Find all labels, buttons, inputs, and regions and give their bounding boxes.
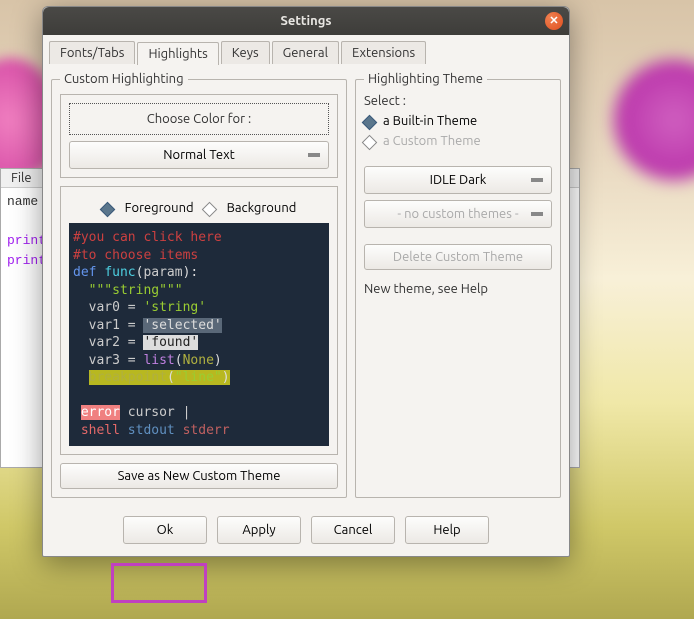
custom-highlighting-legend: Custom Highlighting (60, 72, 188, 86)
preview-text[interactable]: var0 = (89, 300, 144, 315)
save-custom-theme-button[interactable]: Save as New Custom Theme (60, 463, 338, 489)
background-radio[interactable] (201, 201, 217, 217)
color-chooser-box: Choose Color for : Normal Text (60, 94, 338, 178)
tab-extensions[interactable]: Extensions (341, 41, 426, 64)
preview-comment[interactable]: #to choose items (73, 248, 198, 263)
highlighting-theme-group: Highlighting Theme Select : a Built-in T… (355, 72, 561, 498)
code-preview[interactable]: #you can click here #to choose items def… (69, 223, 329, 446)
delete-custom-theme-button: Delete Custom Theme (364, 244, 552, 270)
tab-highlights[interactable]: Highlights (137, 42, 218, 65)
preview-comment[interactable]: #you can click here (73, 230, 222, 245)
dialog-title: Settings (280, 14, 331, 28)
menu-file[interactable]: File (5, 169, 38, 187)
settings-dialog: Settings ✕ Fonts/Tabs Highlights Keys Ge… (42, 6, 570, 557)
preview-string[interactable]: 'string' (143, 300, 206, 315)
preview-found[interactable]: 'found' (143, 335, 198, 350)
preview-string[interactable]: "line" (175, 370, 222, 385)
preview-docstring[interactable]: """string""" (89, 283, 183, 298)
help-button[interactable]: Help (405, 516, 489, 544)
tab-keys[interactable]: Keys (221, 41, 270, 64)
ok-button[interactable]: Ok (123, 516, 207, 544)
preview-text[interactable]: var3 = (89, 353, 144, 368)
foreground-radio[interactable] (99, 201, 115, 217)
element-dropdown[interactable]: Normal Text (69, 141, 329, 169)
dialog-button-row: Ok Apply Cancel Help (43, 506, 569, 556)
dropdown-arrow-icon (308, 153, 320, 157)
builtin-theme-label: a Built-in Theme (383, 114, 477, 128)
foreground-label: Foreground (125, 201, 194, 215)
preview-param[interactable]: param (143, 265, 182, 280)
select-label: Select : (364, 94, 552, 108)
element-dropdown-label: Normal Text (163, 148, 235, 162)
preview-box: Foreground Background #you can click her… (60, 186, 338, 455)
custom-theme-radio (362, 134, 378, 150)
dialog-content: Custom Highlighting Choose Color for : N… (43, 64, 569, 506)
preview-text[interactable]: var2 = (89, 335, 144, 350)
preview-breakpoint[interactable]: breakpoint (89, 370, 167, 385)
tab-general[interactable]: General (272, 41, 339, 64)
custom-theme-radio-row: a Custom Theme (364, 134, 552, 148)
editor-text: print (7, 253, 46, 268)
custom-highlighting-group: Custom Highlighting Choose Color for : N… (51, 72, 347, 498)
custom-theme-label: a Custom Theme (383, 134, 481, 148)
preview-defname[interactable]: func (104, 265, 135, 280)
builtin-theme-radio-row: a Built-in Theme (364, 114, 552, 128)
preview-error[interactable]: error (81, 405, 120, 420)
preview-shell[interactable]: shell (81, 423, 120, 438)
tabs-row: Fonts/Tabs Highlights Keys General Exten… (43, 35, 569, 64)
builtin-theme-dropdown[interactable]: IDLE Dark (364, 166, 552, 194)
preview-keyword[interactable]: def (73, 265, 96, 280)
preview-stdout[interactable]: stdout (120, 423, 183, 438)
preview-none[interactable]: None (183, 353, 214, 368)
apply-button[interactable]: Apply (217, 516, 301, 544)
builtin-theme-radio[interactable] (362, 114, 378, 130)
choose-color-button[interactable]: Choose Color for : (69, 103, 329, 135)
preview-stderr[interactable]: stderr (183, 423, 230, 438)
bg-decor-right (614, 60, 694, 180)
fg-bg-radio-row: Foreground Background (69, 195, 329, 217)
editor-text: print (7, 233, 46, 248)
custom-theme-dropdown: - no custom themes - (364, 200, 552, 228)
preview-cursor[interactable]: cursor | (120, 405, 190, 420)
dropdown-arrow-icon (531, 178, 543, 182)
tab-fonts[interactable]: Fonts/Tabs (49, 41, 135, 64)
preview-selected[interactable]: 'selected' (143, 318, 221, 333)
titlebar[interactable]: Settings ✕ (43, 7, 569, 35)
new-theme-help-text: New theme, see Help (364, 282, 552, 296)
close-icon[interactable]: ✕ (545, 12, 563, 30)
custom-theme-value: - no custom themes - (397, 207, 518, 221)
cancel-button[interactable]: Cancel (311, 516, 395, 544)
preview-text[interactable]: var1 = (89, 318, 144, 333)
builtin-theme-value: IDLE Dark (430, 173, 487, 187)
preview-builtin[interactable]: list (143, 353, 174, 368)
dropdown-arrow-icon (531, 212, 543, 216)
background-label: Background (227, 201, 297, 215)
highlighting-theme-legend: Highlighting Theme (364, 72, 487, 86)
